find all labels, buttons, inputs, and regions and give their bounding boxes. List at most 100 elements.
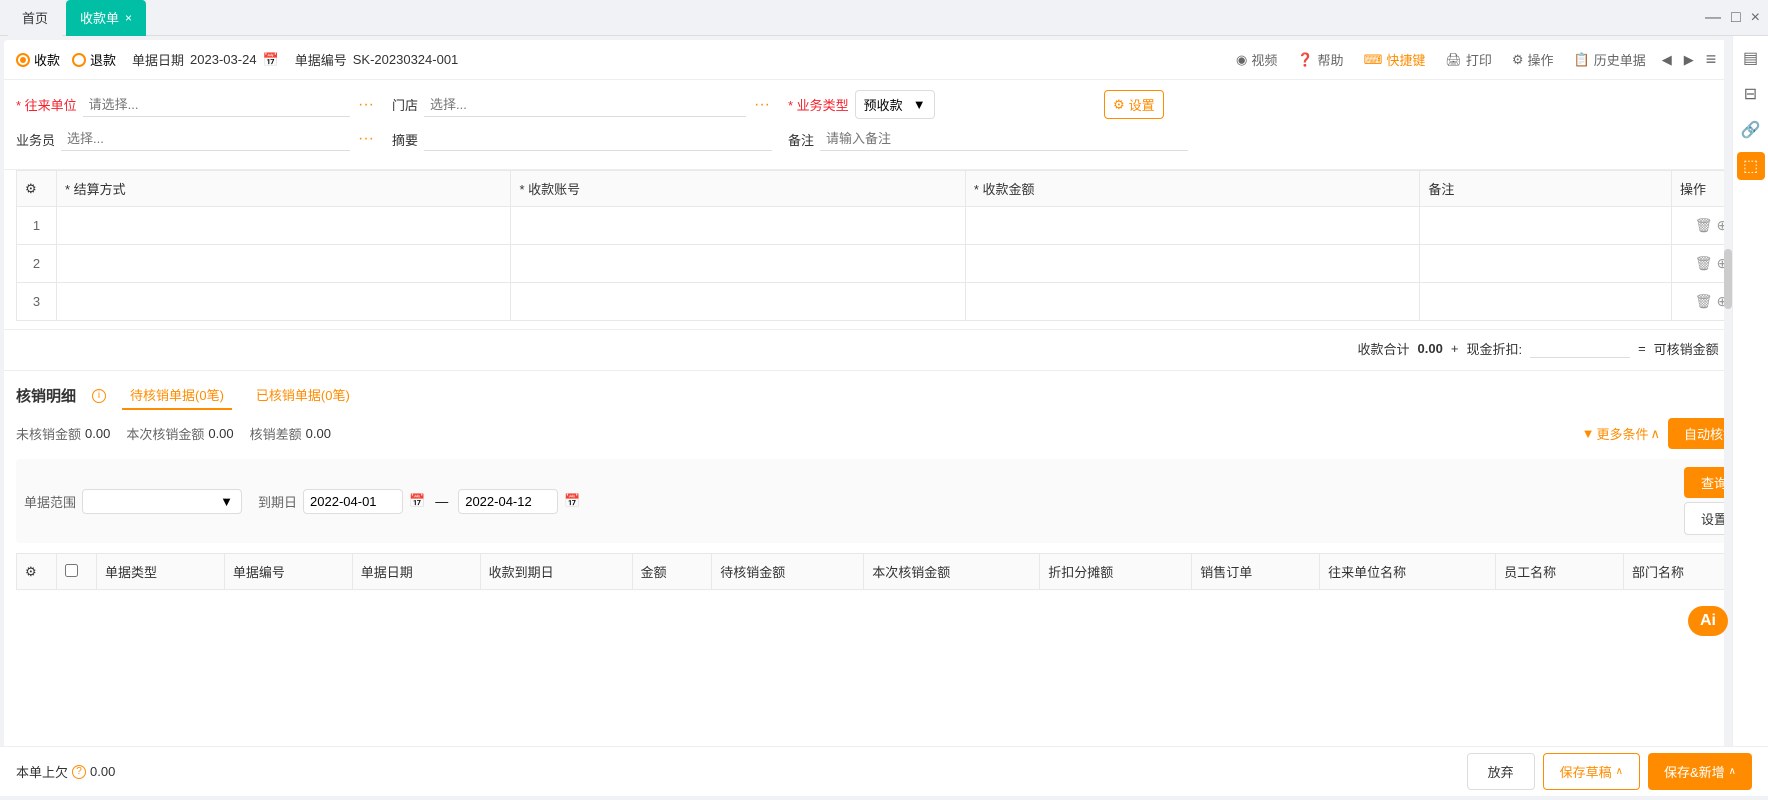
abstract-input[interactable] bbox=[424, 127, 772, 151]
nav-right-icon[interactable]: ▶ bbox=[1684, 52, 1694, 68]
diff-value: 0.00 bbox=[306, 426, 331, 441]
close-icon[interactable]: × bbox=[1751, 9, 1760, 27]
radio-collect-label: 收款 bbox=[34, 50, 60, 69]
help-btn[interactable]: ❓ 帮助 bbox=[1293, 48, 1347, 71]
ai-badge[interactable]: Ai bbox=[1688, 606, 1728, 636]
radio-collect-dot bbox=[16, 53, 30, 67]
partner-more-btn[interactable]: ··· bbox=[356, 96, 376, 114]
settings-btn[interactable]: ⚙ 设置 bbox=[1104, 90, 1164, 119]
delete-icon-2[interactable]: 🗑 bbox=[1695, 255, 1713, 272]
col-discount-header: 折扣分摊额 bbox=[1040, 554, 1192, 590]
account-cell-3[interactable] bbox=[511, 283, 965, 321]
shortcut-btn[interactable]: ⌨ 快捷键 bbox=[1360, 48, 1430, 71]
video-btn[interactable]: ◉ 视频 bbox=[1232, 48, 1281, 71]
tab-active[interactable]: 收款单 × bbox=[66, 0, 146, 36]
save-new-btn[interactable]: 保存&新增 ∧ bbox=[1648, 753, 1752, 790]
note-field: 备注 bbox=[788, 127, 1188, 151]
store-more-btn[interactable]: ··· bbox=[752, 96, 772, 114]
account-cell-2[interactable] bbox=[511, 245, 965, 283]
col-partner-header: 往来单位名称 bbox=[1320, 554, 1496, 590]
bottom-table: ⚙ 单据类型 单据编号 单据日期 收款到期日 bbox=[16, 553, 1752, 590]
calendar-to-icon[interactable]: 📅 bbox=[564, 493, 580, 509]
business-type-value: 预收款 bbox=[864, 95, 903, 114]
delete-icon-1[interactable]: 🗑 bbox=[1695, 217, 1713, 234]
date-to-input[interactable] bbox=[458, 489, 558, 514]
col-discount-label: 折扣分摊额 bbox=[1048, 565, 1113, 580]
history-icon: 📋 bbox=[1574, 52, 1590, 68]
save-draft-btn[interactable]: 保存草稿 ∧ bbox=[1543, 753, 1640, 790]
scrollbar-thumb[interactable] bbox=[1724, 249, 1732, 309]
prev-label: 本单上欠 bbox=[16, 762, 68, 781]
maximize-icon[interactable]: □ bbox=[1731, 9, 1741, 27]
pending-tab[interactable]: 待核销单据(0笔) bbox=[122, 381, 232, 410]
date-filter: 到期日 📅 — 📅 bbox=[258, 489, 580, 514]
business-type-field: * 业务类型 预收款 ▼ bbox=[788, 90, 1088, 119]
discount-input[interactable] bbox=[1530, 338, 1630, 358]
tab-close-icon[interactable]: × bbox=[125, 11, 132, 25]
business-type-select[interactable]: 预收款 ▼ bbox=[855, 90, 935, 119]
settlement-cell-3[interactable] bbox=[57, 283, 511, 321]
history-btn[interactable]: 📋 历史单据 bbox=[1570, 48, 1650, 71]
calendar-from-icon[interactable]: 📅 bbox=[409, 493, 425, 509]
footer-info-icon[interactable]: ? bbox=[72, 765, 86, 779]
note-cell-3[interactable] bbox=[1420, 283, 1672, 321]
radio-refund-label: 退款 bbox=[90, 50, 116, 69]
list-view-icon[interactable]: ≡ bbox=[1706, 49, 1717, 70]
abandon-btn[interactable]: 放弃 bbox=[1467, 753, 1535, 790]
partner-input[interactable] bbox=[83, 93, 350, 117]
store-input[interactable] bbox=[424, 93, 746, 117]
print-btn[interactable]: 🖨 打印 bbox=[1441, 48, 1496, 71]
due-date-label: 到期日 bbox=[258, 492, 297, 511]
table-row: 2 🗑 ⊕ bbox=[17, 245, 1752, 283]
sidebar-icon-2[interactable]: ⊟ bbox=[1737, 80, 1765, 108]
number-value: SK-20230324-001 bbox=[353, 52, 459, 67]
data-table: ⚙ * 结算方式 * 收款账号 * 收款金额 备注 操作 bbox=[16, 170, 1752, 321]
delete-icon-3[interactable]: 🗑 bbox=[1695, 293, 1713, 310]
nav-left-icon[interactable]: ◀ bbox=[1662, 52, 1672, 68]
number-label: 单据编号 bbox=[295, 50, 347, 69]
reconcile-info-icon[interactable]: i bbox=[92, 389, 106, 403]
staff-input[interactable] bbox=[61, 127, 350, 151]
note-input[interactable] bbox=[820, 127, 1188, 151]
date-from-input[interactable] bbox=[303, 489, 403, 514]
amount-cell-2[interactable] bbox=[965, 245, 1419, 283]
col-staff-label: 员工名称 bbox=[1504, 565, 1556, 580]
sidebar-icon-1[interactable]: ▤ bbox=[1737, 44, 1765, 72]
radio-refund-dot bbox=[72, 53, 86, 67]
more-conditions-label: 更多条件 bbox=[1596, 424, 1648, 443]
calendar-icon[interactable]: 📅 bbox=[263, 52, 279, 68]
col-doc-num-label: 单据编号 bbox=[233, 565, 285, 580]
select-all-checkbox[interactable] bbox=[65, 564, 78, 577]
radio-collect[interactable]: 收款 bbox=[16, 50, 60, 69]
radio-refund[interactable]: 退款 bbox=[72, 50, 116, 69]
row-num-1: 1 bbox=[17, 207, 57, 245]
note-label: 备注 bbox=[788, 130, 814, 149]
chevron-down-icon: ▼ bbox=[220, 494, 233, 509]
range-select[interactable]: ▼ bbox=[82, 489, 242, 514]
amount-cell-3[interactable] bbox=[965, 283, 1419, 321]
sidebar-icon-3[interactable]: 🔗 bbox=[1737, 116, 1765, 144]
staff-more-btn[interactable]: ··· bbox=[356, 130, 376, 148]
radio-group: 收款 退款 bbox=[16, 50, 116, 69]
video-icon: ◉ bbox=[1236, 52, 1247, 68]
form-area: * 往来单位 ··· 门店 ··· * 业务类型 预收款 ▼ ⚙ 设置 bbox=[4, 80, 1764, 170]
col-settings-header[interactable]: ⚙ bbox=[17, 171, 57, 207]
amount-cell-1[interactable] bbox=[965, 207, 1419, 245]
settlement-cell-2[interactable] bbox=[57, 245, 511, 283]
col-settlement-label: * 结算方式 bbox=[65, 182, 126, 197]
minimize-icon[interactable]: — bbox=[1705, 9, 1721, 27]
col-note-label: 备注 bbox=[1428, 182, 1454, 197]
settings-icon: ⚙ bbox=[1113, 97, 1125, 113]
note-cell-2[interactable] bbox=[1420, 245, 1672, 283]
settlement-cell-1[interactable] bbox=[57, 207, 511, 245]
sidebar-icon-4[interactable]: ⬚ bbox=[1737, 152, 1765, 180]
completed-tab[interactable]: 已核销单据(0笔) bbox=[248, 381, 358, 410]
partner-label: * 往来单位 bbox=[16, 95, 77, 114]
more-conditions-btn[interactable]: ▼ 更多条件 ∧ bbox=[1582, 424, 1660, 443]
bottom-col-settings[interactable]: ⚙ bbox=[17, 554, 57, 590]
account-cell-1[interactable] bbox=[511, 207, 965, 245]
tab-home[interactable]: 首页 bbox=[8, 0, 62, 36]
note-cell-1[interactable] bbox=[1420, 207, 1672, 245]
operation-btn[interactable]: ⚙ 操作 bbox=[1508, 48, 1558, 71]
bottom-col-checkbox bbox=[57, 554, 97, 590]
